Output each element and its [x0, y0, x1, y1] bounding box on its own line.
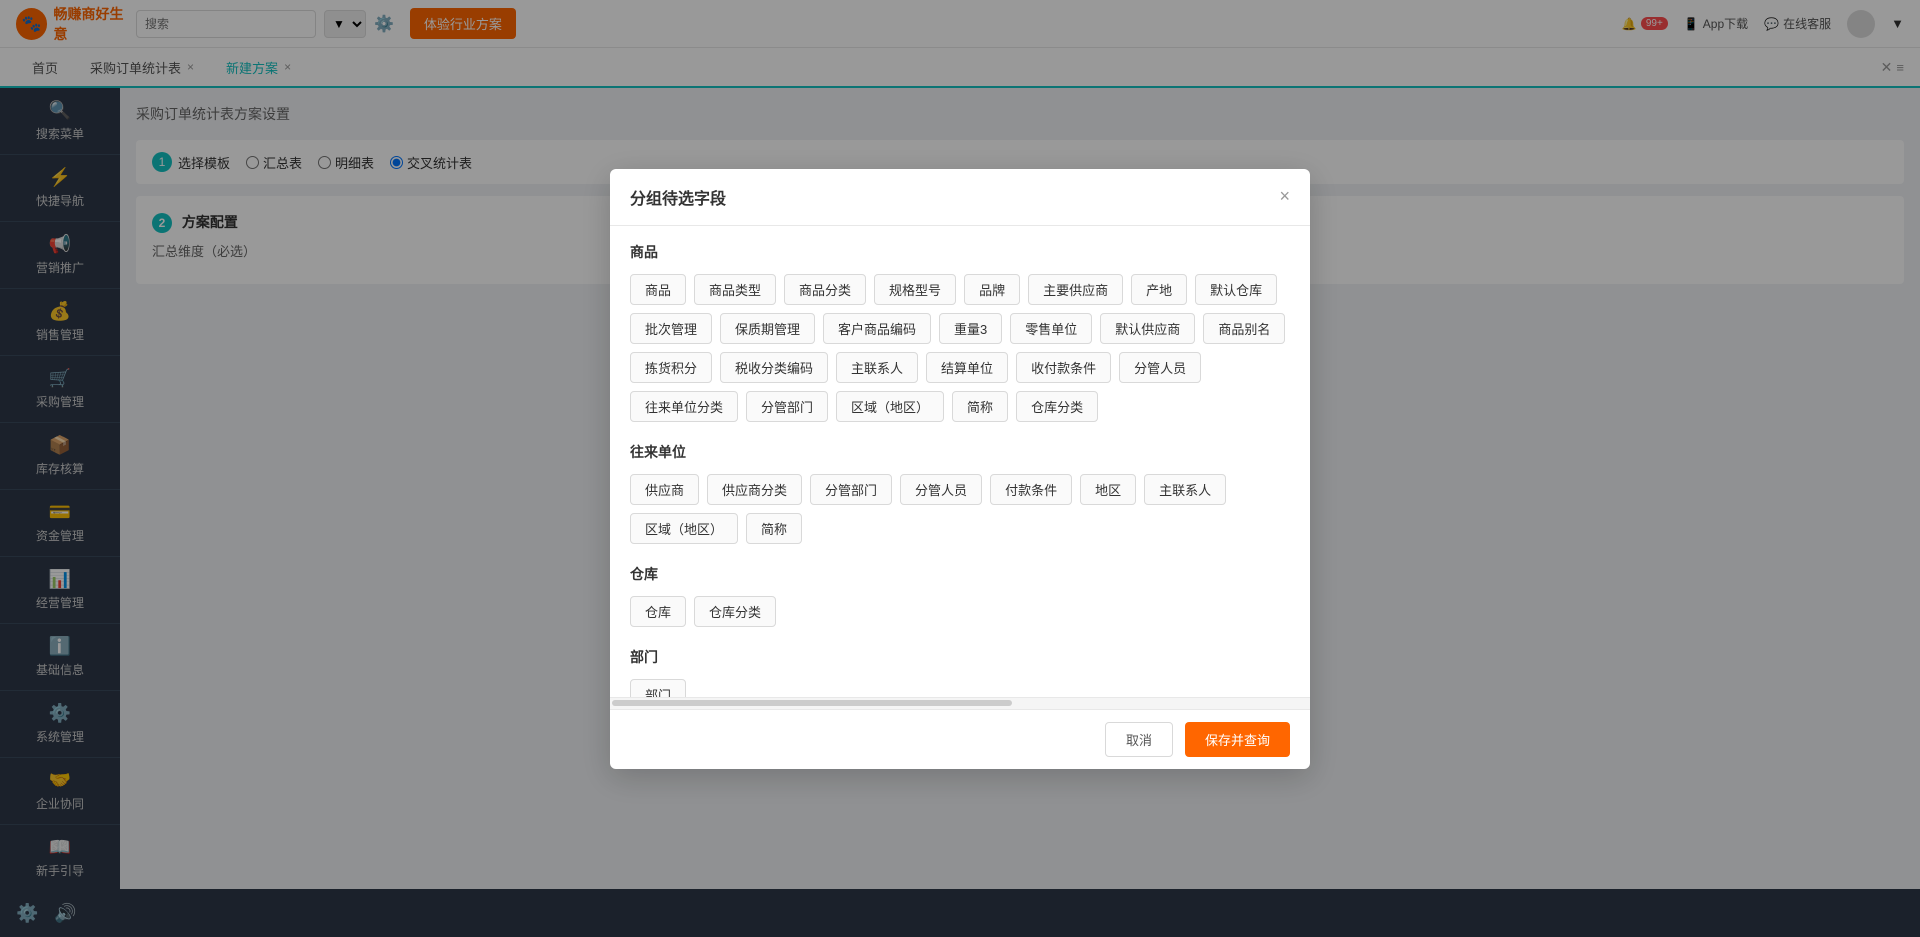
- modal-body: 商品 商品 商品类型 商品分类 规格型号 品牌 主要供应商 产地 默认仓库 批次…: [610, 226, 1310, 697]
- field-tag[interactable]: 商品: [630, 274, 686, 305]
- field-tag[interactable]: 批次管理: [630, 313, 712, 344]
- modal-header: 分组待选字段 ×: [610, 169, 1310, 226]
- field-tag[interactable]: 付款条件: [990, 474, 1072, 505]
- group-warehouse-title: 仓库: [630, 564, 1290, 584]
- field-tag[interactable]: 税收分类编码: [720, 352, 828, 383]
- field-tag[interactable]: 分管部门: [746, 391, 828, 422]
- field-tag[interactable]: 客户商品编码: [823, 313, 931, 344]
- field-tag[interactable]: 区域（地区）: [836, 391, 944, 422]
- field-tag[interactable]: 仓库分类: [694, 596, 776, 627]
- group-dept-title: 部门: [630, 647, 1290, 667]
- field-tag[interactable]: 保质期管理: [720, 313, 815, 344]
- field-tag[interactable]: 分管人员: [900, 474, 982, 505]
- field-tag[interactable]: 分管人员: [1119, 352, 1201, 383]
- group-product-tags: 商品 商品类型 商品分类 规格型号 品牌 主要供应商 产地 默认仓库 批次管理 …: [630, 274, 1290, 422]
- group-partner-title: 往来单位: [630, 442, 1290, 462]
- field-tag[interactable]: 零售单位: [1010, 313, 1092, 344]
- field-tag[interactable]: 结算单位: [926, 352, 1008, 383]
- field-tag[interactable]: 地区: [1080, 474, 1136, 505]
- field-tag[interactable]: 品牌: [964, 274, 1020, 305]
- field-tag[interactable]: 重量3: [939, 313, 1002, 344]
- field-tag[interactable]: 主要供应商: [1028, 274, 1123, 305]
- field-tag[interactable]: 供应商: [630, 474, 699, 505]
- field-tag[interactable]: 分管部门: [810, 474, 892, 505]
- field-tag[interactable]: 主联系人: [836, 352, 918, 383]
- hscroll-thumb: [612, 700, 1012, 706]
- field-tag[interactable]: 简称: [952, 391, 1008, 422]
- field-tag[interactable]: 供应商分类: [707, 474, 802, 505]
- modal-close-button[interactable]: ×: [1279, 186, 1290, 207]
- field-tag[interactable]: 收付款条件: [1016, 352, 1111, 383]
- field-group-product: 商品 商品 商品类型 商品分类 规格型号 品牌 主要供应商 产地 默认仓库 批次…: [630, 242, 1290, 422]
- field-group-partner: 往来单位 供应商 供应商分类 分管部门 分管人员 付款条件 地区 主联系人 区域…: [630, 442, 1290, 544]
- modal-cancel-button[interactable]: 取消: [1105, 722, 1173, 757]
- field-tag[interactable]: 默认供应商: [1100, 313, 1195, 344]
- field-tag[interactable]: 产地: [1131, 274, 1187, 305]
- field-group-dept: 部门 部门: [630, 647, 1290, 697]
- field-tag[interactable]: 商品别名: [1203, 313, 1285, 344]
- group-dept-tags: 部门: [630, 679, 1290, 697]
- field-tag[interactable]: 默认仓库: [1195, 274, 1277, 305]
- group-warehouse-tags: 仓库 仓库分类: [630, 596, 1290, 627]
- modal-horizontal-scrollbar[interactable]: [610, 697, 1310, 709]
- field-tag[interactable]: 商品分类: [784, 274, 866, 305]
- field-tag[interactable]: 往来单位分类: [630, 391, 738, 422]
- field-tag[interactable]: 主联系人: [1144, 474, 1226, 505]
- field-tag[interactable]: 部门: [630, 679, 686, 697]
- modal-overlay: 分组待选字段 × 商品 商品 商品类型 商品分类 规格型号 品牌 主要供应商 产…: [0, 0, 1920, 937]
- field-tag[interactable]: 区域（地区）: [630, 513, 738, 544]
- modal-footer: 取消 保存并查询: [610, 709, 1310, 769]
- modal-title: 分组待选字段: [630, 185, 726, 209]
- field-tag[interactable]: 拣货积分: [630, 352, 712, 383]
- field-tag[interactable]: 仓库: [630, 596, 686, 627]
- field-tag[interactable]: 仓库分类: [1016, 391, 1098, 422]
- field-tag[interactable]: 商品类型: [694, 274, 776, 305]
- field-group-warehouse: 仓库 仓库 仓库分类: [630, 564, 1290, 627]
- modal-save-button[interactable]: 保存并查询: [1185, 722, 1290, 757]
- group-product-title: 商品: [630, 242, 1290, 262]
- field-tag[interactable]: 规格型号: [874, 274, 956, 305]
- field-tag[interactable]: 简称: [746, 513, 802, 544]
- modal-dialog: 分组待选字段 × 商品 商品 商品类型 商品分类 规格型号 品牌 主要供应商 产…: [610, 169, 1310, 769]
- group-partner-tags: 供应商 供应商分类 分管部门 分管人员 付款条件 地区 主联系人 区域（地区） …: [630, 474, 1290, 544]
